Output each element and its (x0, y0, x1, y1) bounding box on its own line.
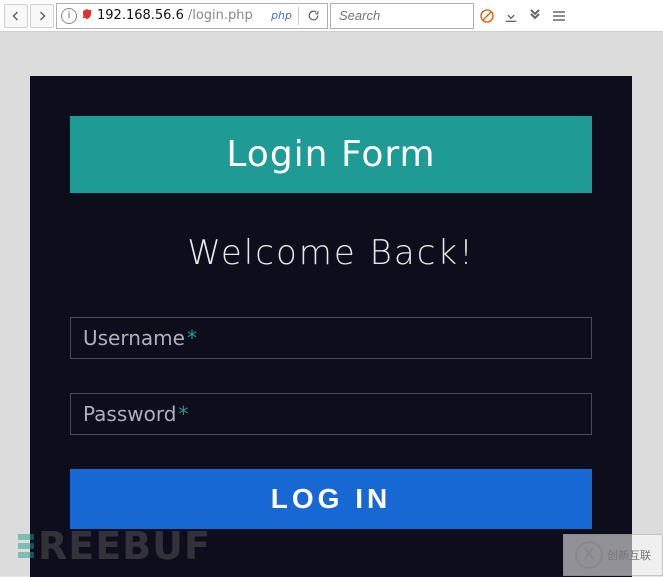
site-info-icon[interactable]: i (61, 8, 77, 24)
watermark-left: REEBUF (18, 524, 211, 568)
reload-button[interactable] (303, 6, 323, 26)
password-label: Password (83, 402, 176, 426)
divider (298, 7, 299, 25)
password-input[interactable] (188, 403, 579, 426)
url-host: 192.168.56.6 (97, 8, 184, 23)
watermark-left-text: REEBUF (38, 524, 211, 568)
watermark-bars-icon (18, 534, 34, 558)
menu-icon[interactable] (548, 8, 570, 24)
back-button[interactable] (4, 4, 28, 28)
username-label: Username (83, 326, 185, 350)
required-mark: * (178, 402, 188, 426)
password-field[interactable]: Password* (70, 393, 592, 435)
browser-toolbar: i 192.168.56.6/login.php php (0, 0, 663, 32)
search-bar[interactable] (330, 3, 474, 29)
username-field[interactable]: Username* (70, 317, 592, 359)
url-bar[interactable]: i 192.168.56.6/login.php php (56, 3, 328, 29)
username-input[interactable] (197, 327, 579, 350)
page-body: Login Form Welcome Back! Username* Passw… (0, 32, 663, 576)
watermark-right-label: 创新互联 (607, 547, 651, 563)
forward-button[interactable] (30, 4, 54, 28)
no-ssl-icon (81, 8, 93, 24)
watermark-right: X 创新互联 (563, 534, 663, 576)
required-mark: * (187, 326, 197, 350)
watermark-right-mono: X (575, 541, 603, 569)
php-badge: php (271, 9, 294, 22)
url-path: /login.php (188, 8, 253, 23)
overflow-icon[interactable] (524, 8, 546, 24)
login-card: Login Form Welcome Back! Username* Passw… (30, 76, 632, 577)
downloads-icon[interactable] (500, 8, 522, 24)
welcome-text: Welcome Back! (70, 233, 592, 273)
login-button[interactable]: LOG IN (70, 469, 592, 529)
form-header: Login Form (70, 116, 592, 193)
blocked-icon[interactable] (476, 8, 498, 24)
